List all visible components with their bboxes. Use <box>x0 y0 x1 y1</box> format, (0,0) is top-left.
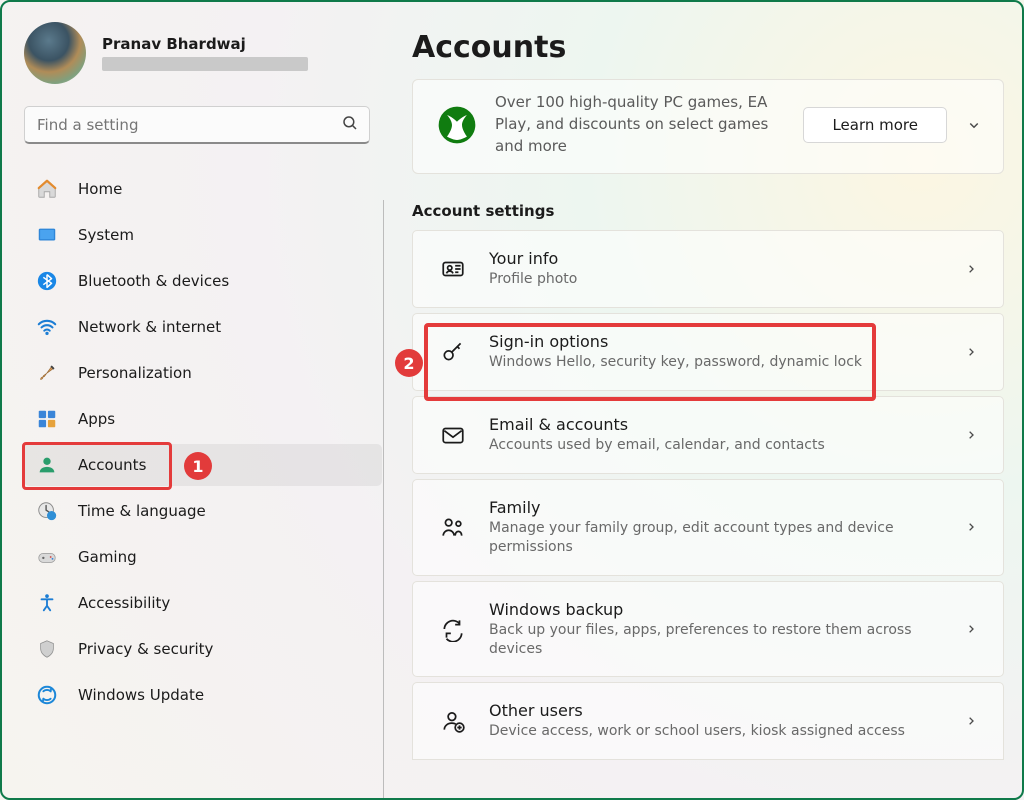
section-label: Account settings <box>412 202 1004 220</box>
home-icon <box>36 178 58 200</box>
sidebar-item-bluetooth[interactable]: Bluetooth & devices <box>24 260 382 302</box>
profile-name: Pranav Bhardwaj <box>102 35 308 53</box>
profile-header[interactable]: Pranav Bhardwaj <box>24 22 382 84</box>
setting-windows-backup[interactable]: Windows backup Back up your files, apps,… <box>412 581 1004 678</box>
sidebar-item-label: Accounts <box>78 456 146 474</box>
key-icon <box>439 338 467 366</box>
sidebar-item-label: Time & language <box>78 502 206 520</box>
paintbrush-icon <box>36 362 58 384</box>
sidebar-item-label: System <box>78 226 134 244</box>
sidebar-item-accessibility[interactable]: Accessibility <box>24 582 382 624</box>
sidebar-nav: Home System Bluetooth & devices <box>24 168 382 716</box>
sidebar-item-label: Privacy & security <box>78 640 213 658</box>
search-box[interactable] <box>24 106 370 144</box>
sidebar-item-gaming[interactable]: Gaming <box>24 536 382 578</box>
setting-title: Windows backup <box>489 600 941 619</box>
sidebar-item-home[interactable]: Home <box>24 168 382 210</box>
page-title: Accounts <box>412 30 1004 65</box>
family-icon <box>439 513 467 541</box>
setting-desc: Windows Hello, security key, password, d… <box>489 353 941 372</box>
sidebar-item-label: Network & internet <box>78 318 221 336</box>
chevron-right-icon <box>963 519 979 535</box>
chevron-right-icon <box>963 713 979 729</box>
person-icon <box>36 454 58 476</box>
promo-game-pass[interactable]: Over 100 high-quality PC games, EA Play,… <box>412 79 1004 174</box>
chevron-right-icon <box>963 344 979 360</box>
id-card-icon <box>439 255 467 283</box>
avatar <box>24 22 86 84</box>
chevron-right-icon <box>963 427 979 443</box>
update-icon <box>36 684 58 706</box>
account-settings-list: Your info Profile photo Sign-in options … <box>412 230 1004 760</box>
setting-desc: Accounts used by email, calendar, and co… <box>489 436 941 455</box>
system-icon <box>36 224 58 246</box>
sidebar-item-personalization[interactable]: Personalization <box>24 352 382 394</box>
setting-sign-in-options[interactable]: Sign-in options Windows Hello, security … <box>412 313 1004 391</box>
learn-more-button[interactable]: Learn more <box>803 107 947 143</box>
sync-icon <box>439 615 467 643</box>
mail-icon <box>439 421 467 449</box>
chevron-down-icon[interactable] <box>965 116 983 134</box>
sidebar-item-label: Bluetooth & devices <box>78 272 229 290</box>
setting-title: Other users <box>489 701 941 720</box>
sidebar-item-label: Gaming <box>78 548 137 566</box>
sidebar-item-time[interactable]: Time & language <box>24 490 382 532</box>
setting-title: Your info <box>489 249 941 268</box>
profile-email-redacted <box>102 57 308 71</box>
chevron-right-icon <box>963 261 979 277</box>
setting-title: Sign-in options <box>489 332 941 351</box>
add-user-icon <box>439 707 467 735</box>
sidebar-item-privacy[interactable]: Privacy & security <box>24 628 382 670</box>
accessibility-icon <box>36 592 58 614</box>
sidebar-item-network[interactable]: Network & internet <box>24 306 382 348</box>
apps-icon <box>36 408 58 430</box>
setting-desc: Back up your files, apps, preferences to… <box>489 621 941 659</box>
sidebar-item-label: Apps <box>78 410 115 428</box>
xbox-icon <box>437 105 477 145</box>
setting-family[interactable]: Family Manage your family group, edit ac… <box>412 479 1004 576</box>
sidebar-item-label: Accessibility <box>78 594 170 612</box>
setting-your-info[interactable]: Your info Profile photo <box>412 230 1004 308</box>
setting-email-accounts[interactable]: Email & accounts Accounts used by email,… <box>412 396 1004 474</box>
gamepad-icon <box>36 546 58 568</box>
sidebar-item-label: Personalization <box>78 364 192 382</box>
setting-title: Email & accounts <box>489 415 941 434</box>
search-icon <box>341 114 359 136</box>
sidebar-item-apps[interactable]: Apps <box>24 398 382 440</box>
search-input[interactable] <box>37 116 341 134</box>
wifi-icon <box>36 316 58 338</box>
sidebar-item-update[interactable]: Windows Update <box>24 674 382 716</box>
setting-desc: Manage your family group, edit account t… <box>489 519 941 557</box>
promo-text: Over 100 high-quality PC games, EA Play,… <box>495 92 785 157</box>
sidebar-divider <box>383 200 384 798</box>
sidebar-item-system[interactable]: System <box>24 214 382 256</box>
sidebar-item-label: Windows Update <box>78 686 204 704</box>
shield-icon <box>36 638 58 660</box>
setting-desc: Device access, work or school users, kio… <box>489 722 941 741</box>
bluetooth-icon <box>36 270 58 292</box>
setting-other-users[interactable]: Other users Device access, work or schoo… <box>412 682 1004 760</box>
clock-globe-icon <box>36 500 58 522</box>
setting-title: Family <box>489 498 941 517</box>
setting-desc: Profile photo <box>489 270 941 289</box>
sidebar-item-label: Home <box>78 180 122 198</box>
callout-badge-1: 1 <box>184 452 212 480</box>
chevron-right-icon <box>963 621 979 637</box>
